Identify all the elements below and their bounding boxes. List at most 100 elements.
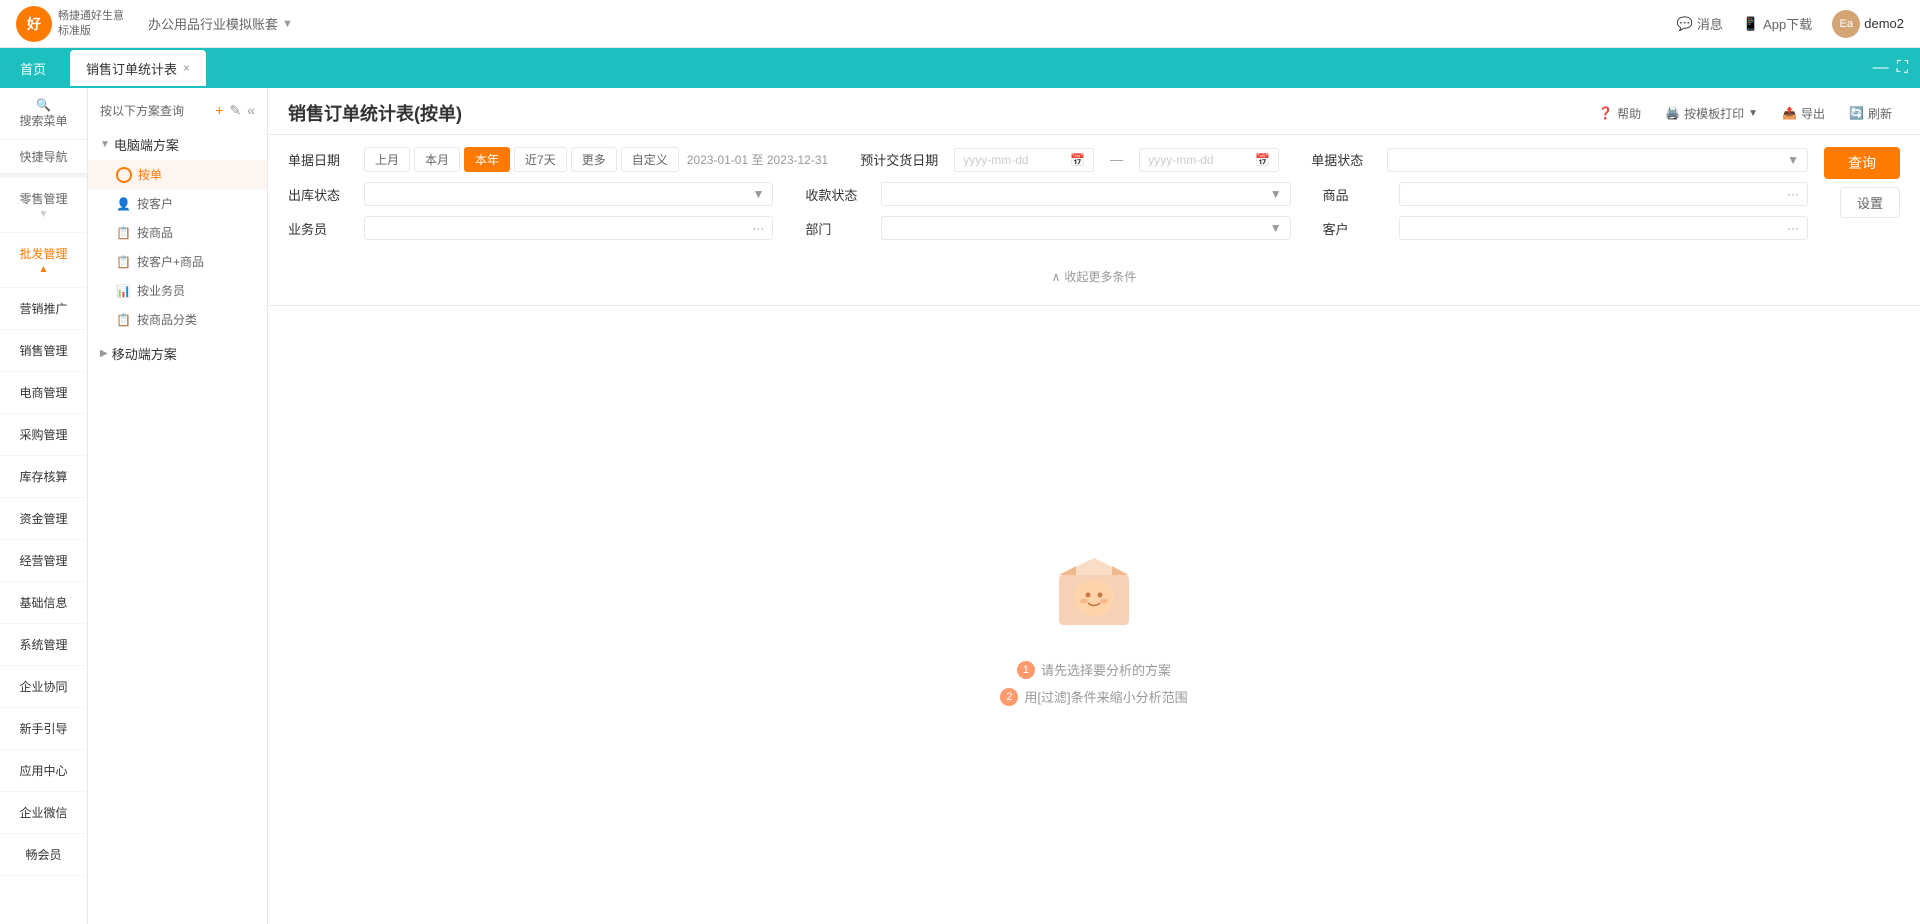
filter-row-2: 出库状态 ▼ 收款状态 ▼ 商品 (288, 182, 1808, 206)
expected-date-end[interactable]: yyyy-mm-dd 📅 (1139, 148, 1279, 172)
out-status-select[interactable]: ▼ (364, 182, 773, 206)
sidebar-item-wholesale[interactable]: 批发管理 ▲ (0, 233, 87, 288)
last-month-button[interactable]: 上月 (364, 147, 410, 172)
dept-label: 部门 (805, 219, 865, 238)
sidebar-item-enterprise[interactable]: 企业协同 (0, 666, 87, 708)
scheme-icon-table2: 📋 (116, 255, 131, 269)
logo-text: 畅捷通好生意 标准版 (58, 9, 124, 38)
staff-label: 业务员 (288, 219, 348, 238)
staff-dots-icon[interactable]: ··· (752, 221, 764, 235)
top-bar: 好 畅捷通好生意 标准版 办公用品行业模拟账套 ▼ 💬 消息 📱 App下载 E… (0, 0, 1920, 48)
tab-minimize-icon[interactable]: — (1873, 59, 1889, 77)
add-scheme-button[interactable]: + (215, 102, 223, 119)
sidebar-item-wechat[interactable]: 企业微信 (0, 792, 87, 834)
refresh-icon: 🔄 (1849, 106, 1864, 120)
customer-dots-icon[interactable]: ··· (1787, 221, 1799, 235)
top-bar-right: 💬 消息 📱 App下载 Ea demo2 (1677, 10, 1904, 38)
refresh-button[interactable]: 🔄 刷新 (1841, 101, 1900, 126)
tab-fullscreen-icon[interactable]: ⛶ (1897, 59, 1908, 77)
dept-select[interactable]: ▼ (881, 216, 1290, 240)
expected-date-start[interactable]: yyyy-mm-dd 📅 (954, 148, 1094, 172)
receipt-status-select[interactable]: ▼ (881, 182, 1290, 206)
tab-bar-right: — ⛶ (1873, 59, 1920, 77)
sidebar-item-inventory[interactable]: 库存核算 (0, 456, 87, 498)
content-area: 按以下方案查询 + ✎ « ▼ 电脑端方案 按单 👤 按客户 (88, 88, 1920, 924)
this-month-button[interactable]: 本月 (414, 147, 460, 172)
out-status-label: 出库状态 (288, 185, 348, 204)
more-button[interactable]: 更多 (571, 147, 617, 172)
empty-icon (1034, 520, 1154, 640)
retail-label: 零售管理 (19, 190, 67, 207)
tab-active[interactable]: 销售订单统计表 × (70, 50, 206, 86)
sidebar-item-member[interactable]: 畅会员 (0, 834, 87, 876)
help-icon: ❓ (1598, 106, 1613, 120)
app-title: 办公用品行业模拟账套 (148, 14, 278, 33)
collapse-up-icon: ∧ (1052, 270, 1061, 284)
sidebar-item-ecommerce[interactable]: 电商管理 (0, 372, 87, 414)
dropdown-icon[interactable]: ▼ (282, 18, 293, 30)
goods-field[interactable]: ··· (1399, 182, 1808, 206)
scheme-icon-bar: 📊 (116, 284, 131, 298)
download-icon: 📱 (1743, 16, 1759, 32)
sidebar-item-purchase[interactable]: 采购管理 (0, 414, 87, 456)
staff-field[interactable]: ··· (364, 216, 773, 240)
collapse-panel-button[interactable]: « (247, 102, 255, 119)
print-button[interactable]: 🖨️ 按模板打印 ▼ (1657, 101, 1766, 126)
export-button[interactable]: 📤 导出 (1774, 101, 1833, 126)
mobile-group-title[interactable]: ▶ 移动端方案 (88, 338, 267, 369)
app-title-area[interactable]: 办公用品行业模拟账套 ▼ (148, 14, 293, 33)
user-area[interactable]: Ea demo2 (1832, 10, 1904, 38)
scheme-icon-table3: 📋 (116, 313, 131, 327)
wholesale-arrow: ▲ (39, 264, 49, 275)
doc-status-select[interactable]: ▼ (1387, 148, 1808, 172)
sidebar-item-retail[interactable]: 零售管理 ▼ (0, 178, 87, 233)
scheme-by-customer[interactable]: 👤 按客户 (88, 189, 267, 218)
expand-arrow-mobile: ▶ (100, 348, 108, 359)
receipt-status-label: 收款状态 (805, 185, 865, 204)
scheme-by-staff[interactable]: 📊 按业务员 (88, 276, 267, 305)
calendar-icon-start: 📅 (1070, 153, 1085, 167)
appstore-label: 应用中心 (19, 762, 67, 779)
sidebar-item-operations[interactable]: 经营管理 (0, 540, 87, 582)
filter-main: 单据日期 上月 本月 本年 近7天 更多 自定义 2023-01-01 至 20… (288, 147, 1808, 250)
sidebar-item-finance[interactable]: 资金管理 (0, 498, 87, 540)
tab-close-button[interactable]: × (183, 61, 190, 75)
logo-area: 好 畅捷通好生意 标准版 (16, 6, 124, 42)
sidebar-item-system[interactable]: 系统管理 (0, 624, 87, 666)
last7-button[interactable]: 近7天 (514, 147, 567, 172)
scheme-by-goods[interactable]: 📋 按商品 (88, 218, 267, 247)
sidebar-search[interactable]: 🔍 搜索菜单 (0, 88, 87, 140)
main-layout: 🔍 搜索菜单 快捷导航 零售管理 ▼ 批发管理 ▲ 营销推广 销售管理 电商管理… (0, 88, 1920, 924)
sidebar-item-newbie[interactable]: 新手引导 (0, 708, 87, 750)
sidebar-item-marketing[interactable]: 营销推广 (0, 288, 87, 330)
scheme-by-customer-goods[interactable]: 📋 按客户+商品 (88, 247, 267, 276)
help-button[interactable]: ❓ 帮助 (1590, 101, 1649, 126)
calendar-icon-end: 📅 (1255, 153, 1270, 167)
customer-field[interactable]: ··· (1399, 216, 1808, 240)
message-button[interactable]: 💬 消息 (1677, 14, 1723, 33)
pc-group-title[interactable]: ▼ 电脑端方案 (88, 129, 267, 160)
tab-bar: 首页 销售订单统计表 × — ⛶ (0, 48, 1920, 88)
edit-scheme-button[interactable]: ✎ (229, 102, 241, 119)
tab-home[interactable]: 首页 (0, 48, 66, 88)
setting-button[interactable]: 设置 (1840, 187, 1900, 218)
scheme-by-order[interactable]: 按单 (88, 160, 267, 189)
sidebar-quick-nav[interactable]: 快捷导航 (0, 140, 87, 174)
left-panel: 按以下方案查询 + ✎ « ▼ 电脑端方案 按单 👤 按客户 (88, 88, 268, 924)
empty-hint-2: 2 用[过滤]条件来缩小分析范围 (1000, 687, 1187, 706)
sidebar-item-sales[interactable]: 销售管理 (0, 330, 87, 372)
app-download-button[interactable]: 📱 App下载 (1743, 14, 1812, 33)
main-content: 销售订单统计表(按单) ❓ 帮助 🖨️ 按模板打印 ▼ 📤 导出 (268, 88, 1920, 924)
scheme-icon-table1: 📋 (116, 226, 131, 240)
goods-dots-icon[interactable]: ··· (1787, 187, 1799, 201)
print-dropdown-icon[interactable]: ▼ (1748, 108, 1758, 119)
scheme-by-category[interactable]: 📋 按商品分类 (88, 305, 267, 334)
sidebar-item-appstore[interactable]: 应用中心 (0, 750, 87, 792)
collapse-button[interactable]: ∧ 收起更多条件 (288, 260, 1900, 293)
date-range-text: 2023-01-01 至 2023-12-31 (687, 151, 828, 168)
top-bar-left: 好 畅捷通好生意 标准版 办公用品行业模拟账套 ▼ (16, 6, 293, 42)
custom-button[interactable]: 自定义 (621, 147, 679, 172)
query-button[interactable]: 查询 (1824, 147, 1900, 179)
this-year-button[interactable]: 本年 (464, 147, 510, 172)
sidebar-item-basic[interactable]: 基础信息 (0, 582, 87, 624)
